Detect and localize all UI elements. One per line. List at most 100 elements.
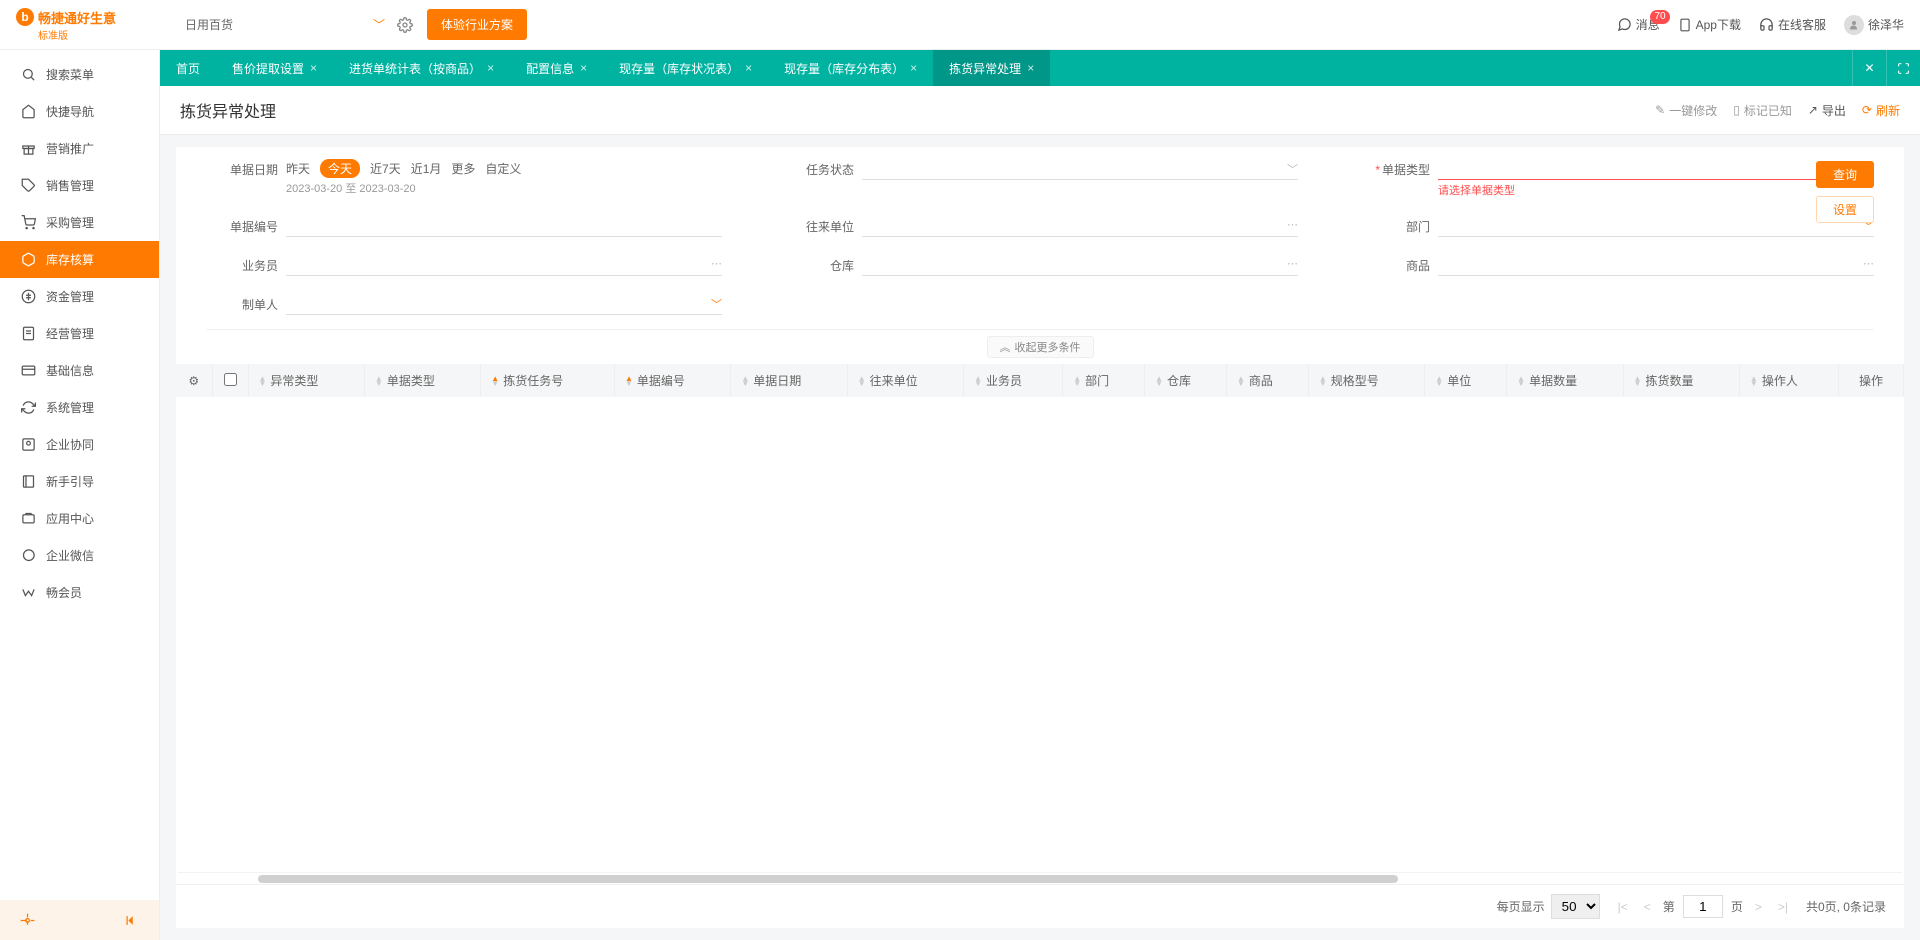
date-shortcut[interactable]: 近1月 — [411, 160, 442, 177]
sidebar-item-0[interactable]: 搜索菜单 — [0, 56, 159, 93]
column-header[interactable]: ▲▼操作人 — [1739, 364, 1838, 397]
collapse-filters-button[interactable]: ︽ 收起更多条件 — [987, 336, 1094, 358]
sidebar-item-4[interactable]: 采购管理 — [0, 204, 159, 241]
messages-button[interactable]: 消息 70 — [1617, 16, 1660, 33]
page-header: 拣货异常处理 ✎ 一键修改 ▯ 标记已知 ↗ 导出 ⟳ — [160, 86, 1920, 135]
home-icon — [20, 104, 36, 120]
filter-panel: 单据日期 昨天今天近7天近1月更多自定义 2023-03-20 至 2023-0… — [176, 147, 1904, 364]
close-all-tabs-button[interactable]: ✕ — [1852, 50, 1886, 86]
sidebar-item-7[interactable]: 经营管理 — [0, 315, 159, 352]
phone-icon — [1678, 18, 1692, 32]
close-icon[interactable]: × — [910, 61, 917, 75]
horizontal-scrollbar[interactable] — [178, 872, 1902, 884]
column-header[interactable]: ▲▼商品 — [1227, 364, 1309, 397]
table-settings-icon[interactable]: ⚙ — [188, 374, 199, 388]
try-solution-button[interactable]: 体验行业方案 — [427, 9, 527, 40]
chevron-down-icon[interactable]: ﹀ — [1287, 161, 1298, 177]
column-header[interactable]: ▲▼单据日期 — [731, 364, 847, 397]
close-icon[interactable]: × — [1027, 61, 1034, 75]
column-header[interactable]: ▲▼仓库 — [1145, 364, 1227, 397]
date-shortcut[interactable]: 自定义 — [485, 160, 521, 177]
sidebar-item-13[interactable]: 企业微信 — [0, 537, 159, 574]
task-status-select[interactable] — [862, 159, 1298, 180]
page-number-input[interactable] — [1683, 895, 1723, 918]
sidebar-item-6[interactable]: 资金管理 — [0, 278, 159, 315]
column-header[interactable]: 操作 — [1839, 364, 1904, 397]
dept-select[interactable] — [1438, 216, 1874, 237]
prev-page-button[interactable]: < — [1640, 898, 1655, 916]
product-input[interactable] — [1438, 255, 1874, 276]
operator-input[interactable] — [286, 255, 722, 276]
column-header[interactable]: ▲▼单位 — [1425, 364, 1507, 397]
date-shortcut[interactable]: 更多 — [451, 160, 475, 177]
tab-label: 首页 — [176, 60, 200, 77]
date-shortcut[interactable]: 近7天 — [370, 160, 401, 177]
column-header[interactable]: ▲▼单据编号 — [614, 364, 730, 397]
last-page-button[interactable]: >| — [1774, 898, 1792, 916]
settings-button[interactable]: 设置 — [1816, 196, 1874, 223]
tab-2[interactable]: 进货单统计表（按商品）× — [333, 50, 510, 86]
more-icon[interactable]: ⋯ — [1287, 257, 1298, 270]
org-selector[interactable]: 日用百货 ﹀ — [185, 16, 385, 33]
tab-3[interactable]: 配置信息× — [510, 50, 603, 86]
fullscreen-button[interactable] — [1886, 50, 1920, 86]
query-button[interactable]: 查询 — [1816, 161, 1874, 188]
close-icon[interactable]: × — [745, 61, 752, 75]
user-menu[interactable]: 徐泽华 — [1844, 15, 1904, 35]
export-button[interactable]: ↗ 导出 — [1808, 102, 1846, 119]
column-header[interactable]: ▲▼业务员 — [964, 364, 1063, 397]
more-icon[interactable]: ⋯ — [1287, 218, 1298, 231]
close-icon[interactable]: × — [310, 61, 317, 75]
sidebar-item-14[interactable]: 畅会员 — [0, 574, 159, 611]
tab-5[interactable]: 现存量（库存分布表）× — [768, 50, 933, 86]
page-size-select[interactable]: 50 — [1551, 894, 1600, 919]
tab-6[interactable]: 拣货异常处理× — [933, 50, 1050, 86]
batch-edit-button[interactable]: ✎ 一键修改 — [1655, 102, 1717, 119]
column-header[interactable]: ▲▼往来单位 — [847, 364, 963, 397]
column-header[interactable]: ▲▼拣货任务号 — [481, 364, 615, 397]
column-header[interactable]: ▲▼单据类型 — [364, 364, 480, 397]
scrollbar-thumb[interactable] — [258, 875, 1398, 883]
mark-known-button[interactable]: ▯ 标记已知 — [1733, 102, 1792, 119]
sidebar-item-8[interactable]: 基础信息 — [0, 352, 159, 389]
next-page-button[interactable]: > — [1751, 898, 1766, 916]
sidebar-item-5[interactable]: 库存核算 — [0, 241, 159, 278]
gear-icon[interactable] — [397, 17, 413, 33]
doc-type-error: 请选择单据类型 — [1438, 182, 1874, 198]
date-shortcut[interactable]: 昨天 — [286, 160, 310, 177]
more-icon[interactable]: ⋯ — [711, 257, 722, 270]
close-icon[interactable]: × — [580, 61, 587, 75]
sidebar-item-1[interactable]: 快捷导航 — [0, 93, 159, 130]
column-header[interactable]: ▲▼单据数量 — [1507, 364, 1623, 397]
app-download-button[interactable]: App下载 — [1678, 16, 1741, 33]
org-name: 日用百货 — [185, 16, 233, 33]
online-service-button[interactable]: 在线客服 — [1759, 16, 1826, 33]
refresh-button[interactable]: ⟳ 刷新 — [1862, 102, 1900, 119]
column-header[interactable]: ▲▼部门 — [1063, 364, 1145, 397]
column-header[interactable]: ▲▼拣货数量 — [1623, 364, 1739, 397]
sidebar-item-11[interactable]: 新手引导 — [0, 463, 159, 500]
sidebar-item-2[interactable]: 营销推广 — [0, 130, 159, 167]
sidebar-item-9[interactable]: 系统管理 — [0, 389, 159, 426]
partner-input[interactable] — [862, 216, 1298, 237]
more-icon[interactable]: ⋯ — [1863, 257, 1874, 270]
sidebar-item-12[interactable]: 应用中心 — [0, 500, 159, 537]
doc-no-input[interactable] — [286, 216, 722, 237]
column-header[interactable]: ▲▼异常类型 — [248, 364, 364, 397]
first-page-button[interactable]: |< — [1614, 898, 1632, 916]
chevron-down-icon[interactable]: ﹀ — [711, 296, 722, 312]
tab-0[interactable]: 首页 — [160, 50, 216, 86]
tab-4[interactable]: 现存量（库存状况表）× — [603, 50, 768, 86]
collapse-sidebar-icon[interactable] — [124, 913, 139, 928]
warehouse-input[interactable] — [862, 255, 1298, 276]
maker-select[interactable] — [286, 294, 722, 315]
doc-type-select[interactable] — [1438, 159, 1874, 180]
date-shortcut[interactable]: 今天 — [320, 159, 360, 178]
close-icon[interactable]: × — [487, 61, 494, 75]
select-all-checkbox[interactable] — [224, 373, 237, 386]
tab-1[interactable]: 售价提取设置× — [216, 50, 333, 86]
settings-icon[interactable] — [20, 913, 35, 928]
column-header[interactable]: ▲▼规格型号 — [1308, 364, 1424, 397]
sidebar-item-10[interactable]: 企业协同 — [0, 426, 159, 463]
sidebar-item-3[interactable]: 销售管理 — [0, 167, 159, 204]
